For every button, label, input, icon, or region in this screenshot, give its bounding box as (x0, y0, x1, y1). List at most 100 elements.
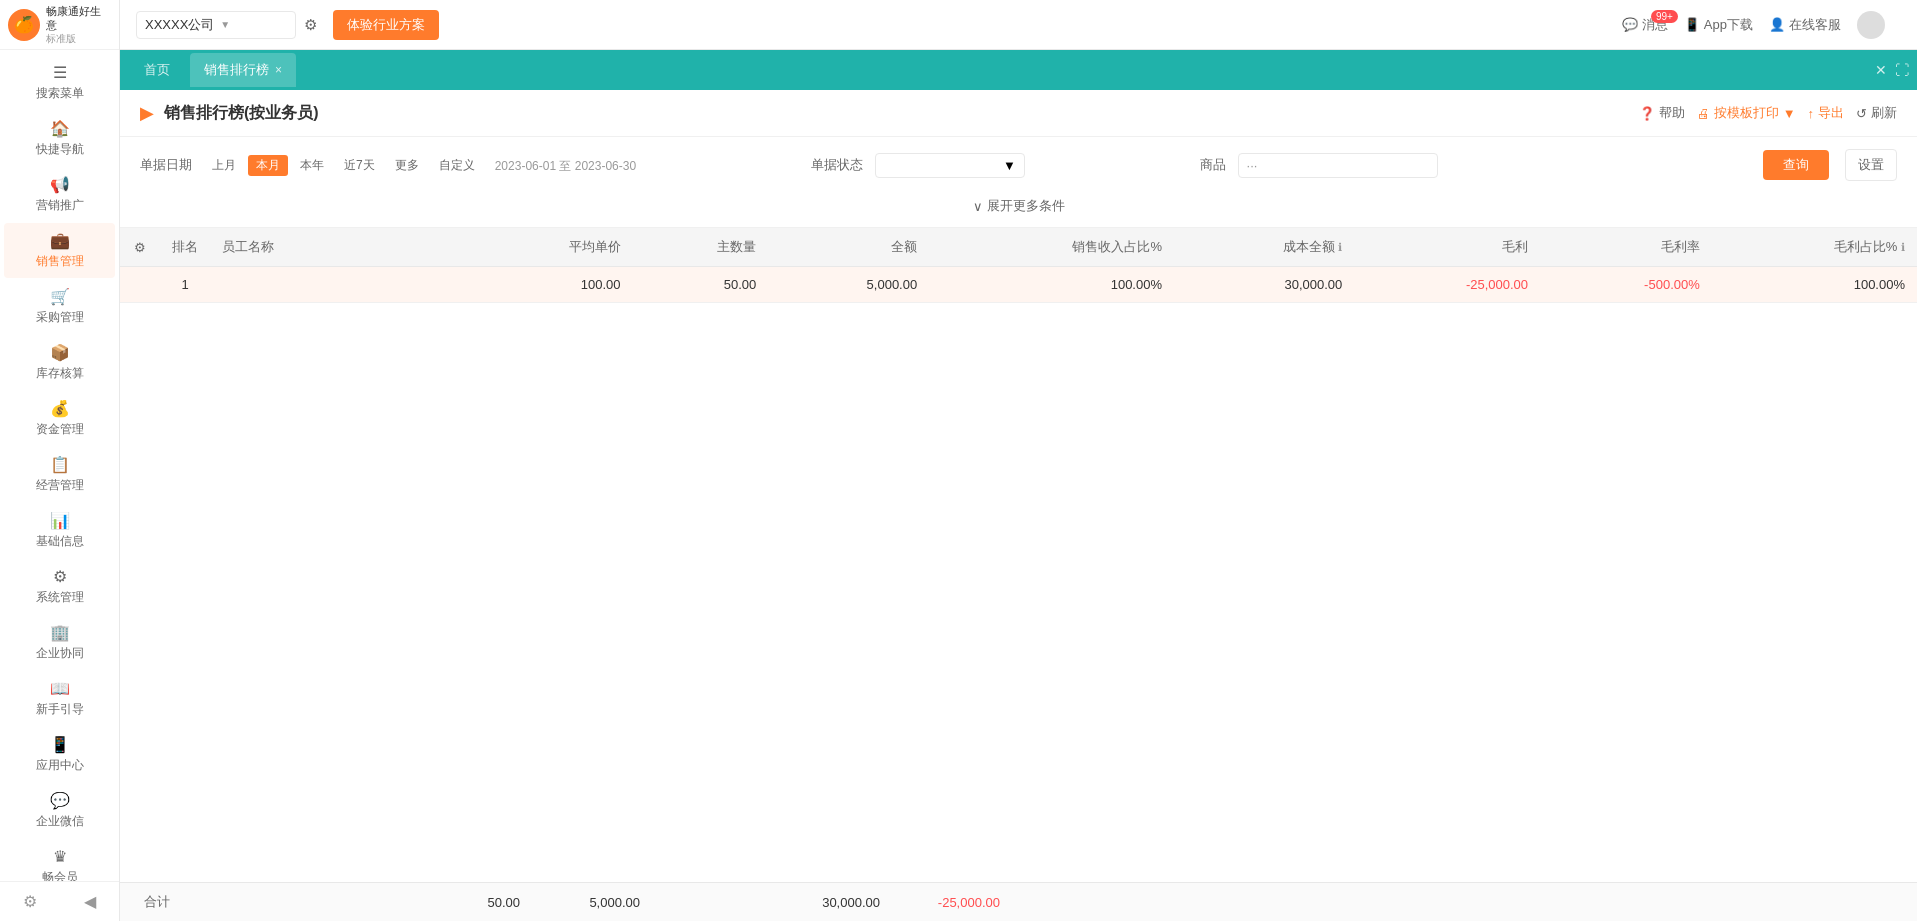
enterprise-icon: 🏢 (50, 623, 70, 642)
sidebar-item-member[interactable]: ♛ 畅会员 (4, 839, 115, 881)
member-icon: ♛ (53, 847, 67, 866)
sidebar-item-apps[interactable]: 📱 应用中心 (4, 727, 115, 782)
table-row: 1 100.00 50.00 5,000.00 100.00% 30,000.0… (120, 267, 1917, 303)
print-button[interactable]: 🖨 按模板打印 ▼ (1697, 104, 1796, 122)
sales-icon: 💼 (50, 231, 70, 250)
date-tab-this-year[interactable]: 本年 (292, 155, 332, 176)
sidebar-item-basics[interactable]: 📊 基础信息 (4, 503, 115, 558)
logo-icon: 🍊 (8, 9, 40, 41)
topbar: XXXXX公司 ▼ ⚙ 体验行业方案 💬 消息 99+ 📱 App下载 👤 在线… (120, 0, 1917, 50)
sidebar-item-guide[interactable]: 📖 新手引导 (4, 671, 115, 726)
th-gross-ratio: 毛利占比% ℹ (1712, 228, 1917, 267)
sidebar-item-label: 基础信息 (36, 533, 84, 550)
company-name: XXXXX公司 (145, 16, 214, 34)
tab-home[interactable]: 首页 (128, 53, 186, 87)
td-gross: -25,000.00 (1354, 267, 1540, 303)
footer-qty: 50.00 (432, 895, 532, 910)
sidebar-item-wechat[interactable]: 💬 企业微信 (4, 783, 115, 838)
logo-sub: 标准版 (46, 32, 111, 45)
online-service-label: 在线客服 (1789, 16, 1841, 34)
sidebar-item-inventory[interactable]: 📦 库存核算 (4, 335, 115, 390)
expand-more-button[interactable]: ∨ 展开更多条件 (973, 197, 1065, 215)
date-tab-last7days[interactable]: 近7天 (336, 155, 383, 176)
expand-more-label: 展开更多条件 (987, 197, 1065, 215)
cost-info-icon[interactable]: ℹ (1338, 241, 1342, 253)
sidebar-item-system[interactable]: ⚙ 系统管理 (4, 559, 115, 614)
sidebar-item-label: 采购管理 (36, 309, 84, 326)
help-button[interactable]: ❓ 帮助 (1639, 104, 1685, 122)
back-icon[interactable]: ▶ (140, 102, 154, 124)
company-selector[interactable]: XXXXX公司 ▼ (136, 11, 296, 39)
th-gross-rate: 毛利率 (1540, 228, 1712, 267)
td-employee-name (210, 267, 469, 303)
sidebar-item-quick-nav[interactable]: 🏠 快捷导航 (4, 111, 115, 166)
trial-button[interactable]: 体验行业方案 (333, 10, 439, 40)
date-tab-this-month[interactable]: 本月 (248, 155, 288, 176)
marketing-icon: 📢 (50, 175, 70, 194)
td-gross-ratio: 100.00% (1712, 267, 1917, 303)
th-amount: 全额 (768, 228, 929, 267)
settings-small-button[interactable]: 设置 (1845, 149, 1897, 181)
export-icon: ↑ (1808, 106, 1815, 121)
message-button[interactable]: 💬 消息 99+ (1622, 16, 1668, 34)
date-filter-label: 单据日期 (140, 156, 192, 174)
settings-footer-icon[interactable]: ⚙ (23, 892, 37, 911)
date-tab-more[interactable]: 更多 (387, 155, 427, 176)
refresh-icon: ↺ (1856, 106, 1867, 121)
topbar-settings-icon[interactable]: ⚙ (304, 16, 317, 34)
export-button[interactable]: ↑ 导出 (1808, 104, 1845, 122)
goods-input[interactable]: ··· (1238, 153, 1438, 178)
th-employee-name: 员工名称 (210, 228, 469, 267)
th-settings[interactable]: ⚙ (120, 228, 160, 267)
sidebar-item-label: 经营管理 (36, 477, 84, 494)
sidebar-item-label: 快捷导航 (36, 141, 84, 158)
sidebar-item-label: 库存核算 (36, 365, 84, 382)
footer-amount: 5,000.00 (532, 895, 652, 910)
refresh-button[interactable]: ↺ 刷新 (1856, 104, 1897, 122)
status-chevron-icon: ▼ (1003, 158, 1016, 173)
td-sales-ratio: 100.00% (929, 267, 1174, 303)
chevron-down-icon: ▼ (220, 19, 230, 30)
sidebar-item-marketing[interactable]: 📢 营销推广 (4, 167, 115, 222)
tab-maximize-icon[interactable]: ⛶ (1895, 62, 1909, 78)
sidebar-item-purchase[interactable]: 🛒 采购管理 (4, 279, 115, 334)
tab-sales-ranking[interactable]: 销售排行榜 × (190, 53, 296, 87)
gross-ratio-info-icon[interactable]: ℹ (1901, 241, 1905, 253)
sidebar-item-label: 销售管理 (36, 253, 84, 270)
app-download-button[interactable]: 📱 App下载 (1684, 16, 1753, 34)
tab-close-icon[interactable]: × (275, 63, 282, 77)
print-dropdown-icon[interactable]: ▼ (1783, 106, 1796, 121)
sidebar-item-search[interactable]: ☰ 搜索菜单 (4, 55, 115, 110)
basics-icon: 📊 (50, 511, 70, 530)
date-tabs: 上月 本月 本年 近7天 更多 自定义 (204, 155, 483, 176)
sidebar-item-label: 畅会员 (42, 869, 78, 881)
sidebar-item-label: 企业协同 (36, 645, 84, 662)
sidebar-item-enterprise[interactable]: 🏢 企业协同 (4, 615, 115, 670)
th-rank: 排名 (160, 228, 210, 267)
status-select[interactable]: ▼ (875, 153, 1025, 178)
avatar[interactable] (1857, 11, 1885, 39)
online-service-button[interactable]: 👤 在线客服 (1769, 16, 1841, 34)
inventory-icon: 📦 (50, 343, 70, 362)
filter-row-1: 单据日期 上月 本月 本年 近7天 更多 自定义 2023-06-01 至 20… (140, 149, 1897, 181)
service-icon: 👤 (1769, 17, 1785, 32)
goods-dots: ··· (1247, 158, 1258, 173)
system-icon: ⚙ (53, 567, 67, 586)
th-qty: 主数量 (633, 228, 769, 267)
download-icon: 📱 (1684, 17, 1700, 32)
th-avg-price: 平均单价 (469, 228, 633, 267)
apps-icon: 📱 (50, 735, 70, 754)
date-tab-custom[interactable]: 自定义 (431, 155, 483, 176)
date-tab-prev-month[interactable]: 上月 (204, 155, 244, 176)
message-icon: 💬 (1622, 17, 1638, 32)
sidebar-item-finance[interactable]: 💰 资金管理 (4, 391, 115, 446)
footer-gross: -25,000.00 (892, 895, 1012, 910)
sidebar-item-operations[interactable]: 📋 经营管理 (4, 447, 115, 502)
tab-label: 销售排行榜 (204, 61, 269, 79)
query-button[interactable]: 查询 (1763, 150, 1829, 180)
sidebar-item-sales[interactable]: 💼 销售管理 (4, 223, 115, 278)
th-cost: 成本全额 ℹ (1174, 228, 1354, 267)
collapse-icon[interactable]: ◀ (84, 892, 96, 911)
tab-close-window-icon[interactable]: ✕ (1875, 62, 1887, 78)
td-cost: 30,000.00 (1174, 267, 1354, 303)
